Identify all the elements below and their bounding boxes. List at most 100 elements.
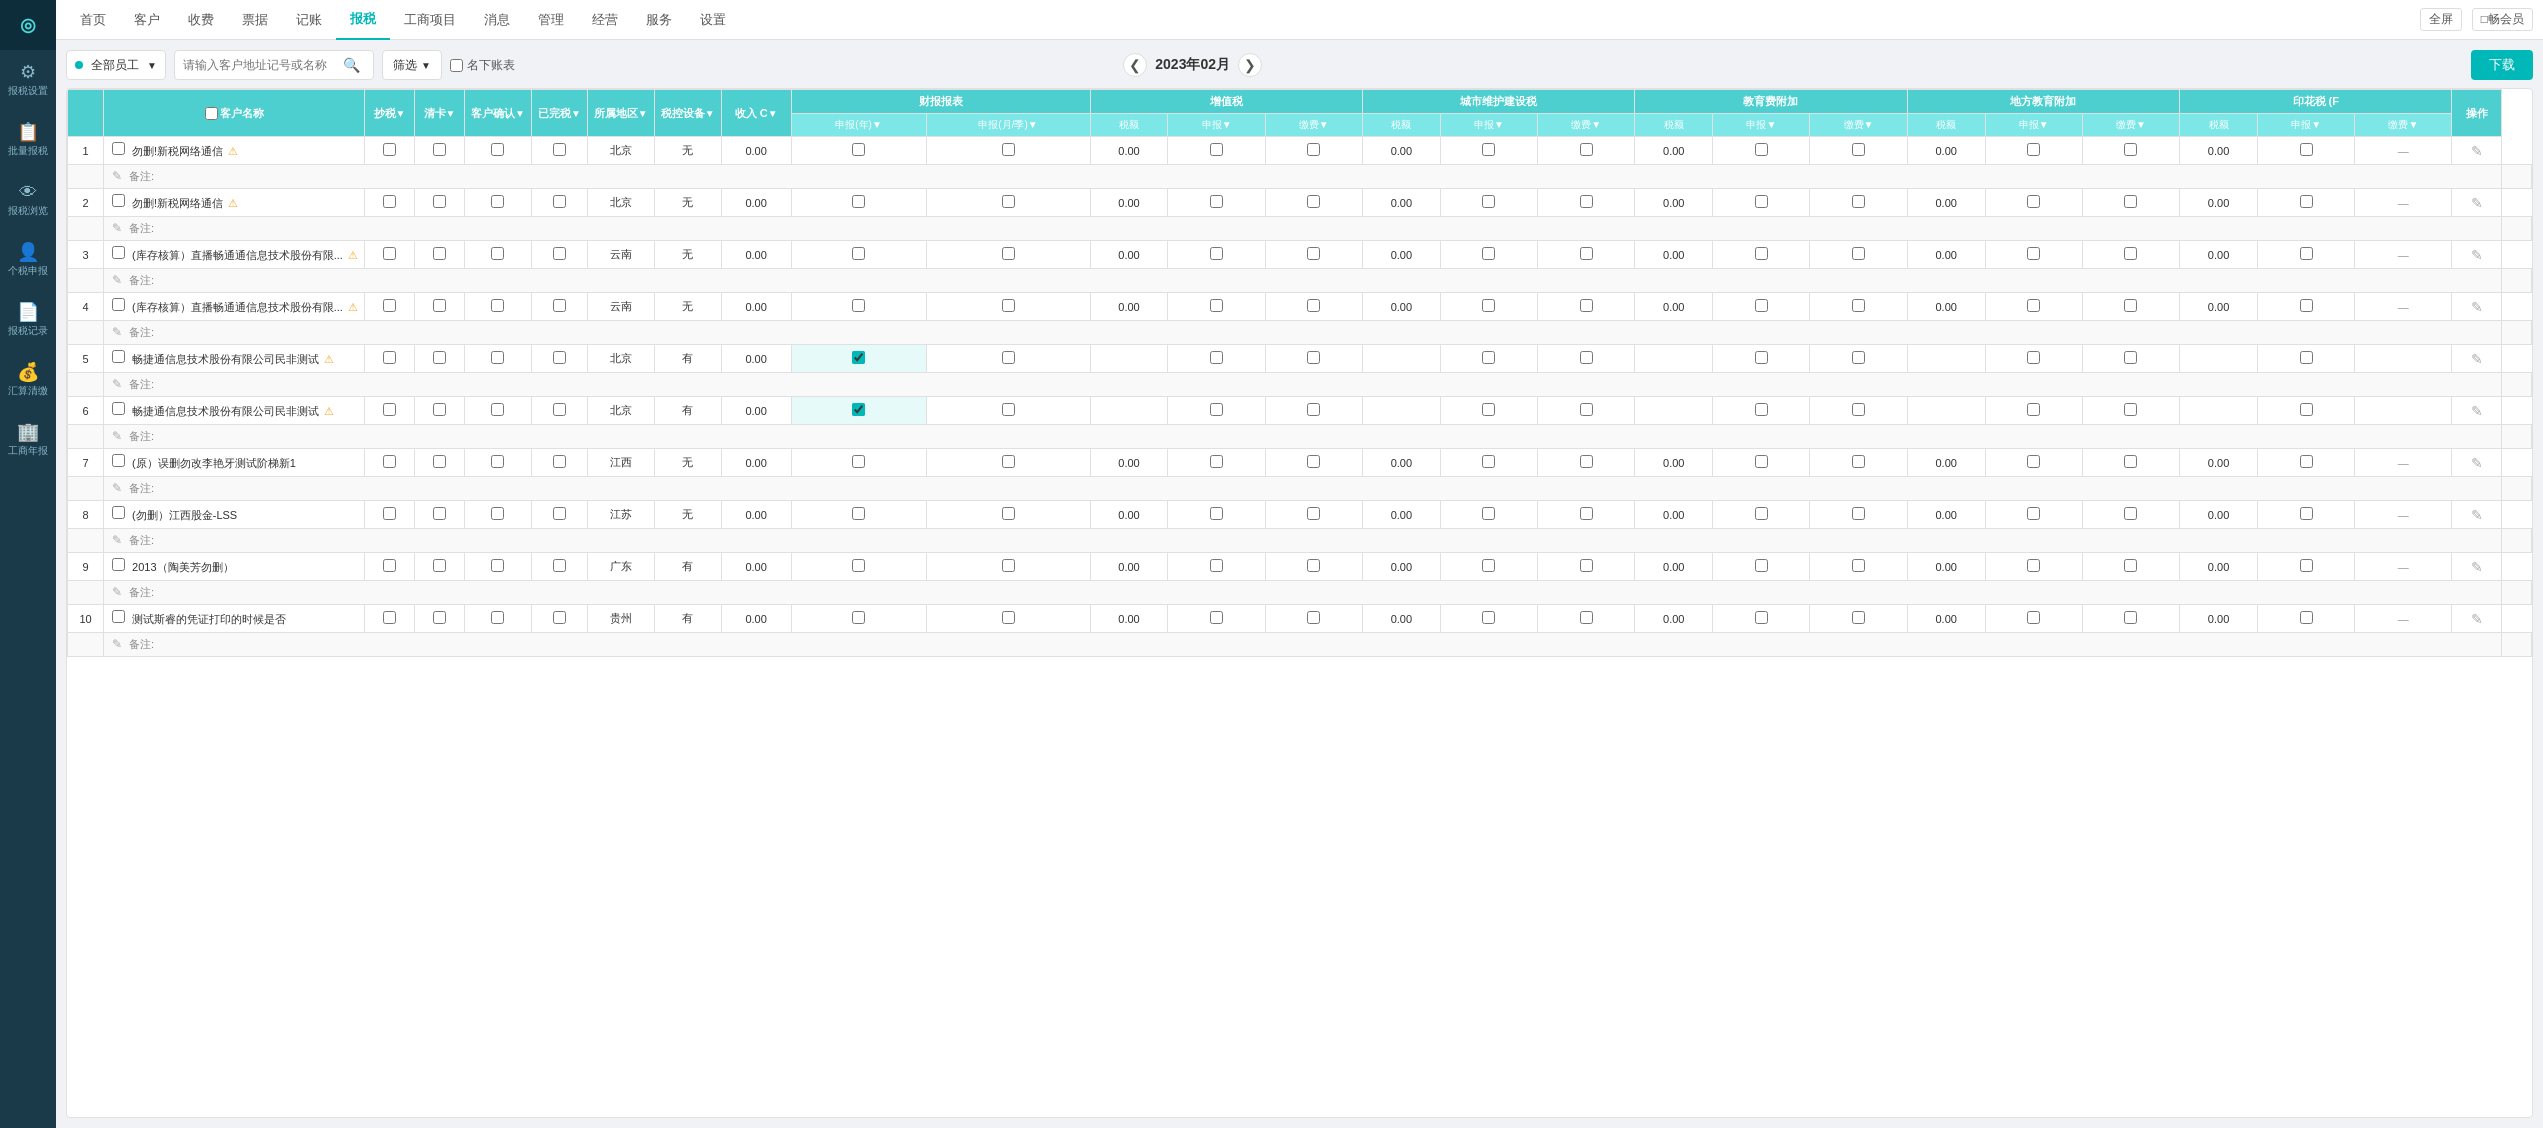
- nav-fee[interactable]: 收费: [174, 0, 228, 40]
- fullscreen-button[interactable]: 全屏: [2420, 8, 2462, 31]
- note-edit-icon[interactable]: ✎: [112, 273, 122, 287]
- note-edit-icon[interactable]: ✎: [112, 637, 122, 651]
- cs-pay-checkbox[interactable]: [1580, 455, 1593, 468]
- sidebar-item-huisuanqingjiao[interactable]: 💰 汇算清缴: [0, 350, 56, 410]
- sidebar-item-baoshuilanlan[interactable]: 👁 报税浏览: [0, 170, 56, 230]
- search-button[interactable]: 🔍: [343, 57, 360, 73]
- cell-zs-pay[interactable]: [1265, 241, 1362, 269]
- df-pay-checkbox[interactable]: [2124, 611, 2137, 624]
- cell-cb-month[interactable]: [926, 293, 1090, 321]
- cell-cb-year[interactable]: [791, 137, 926, 165]
- confirm-checkbox[interactable]: [491, 247, 504, 260]
- df-report-checkbox[interactable]: [2027, 611, 2040, 624]
- cell-zs-report[interactable]: [1168, 137, 1265, 165]
- cell-cs-report[interactable]: [1440, 293, 1537, 321]
- paid-checkbox[interactable]: [553, 351, 566, 364]
- cell-jy-pay[interactable]: [1810, 241, 1907, 269]
- jy-report-checkbox[interactable]: [1755, 611, 1768, 624]
- cs-pay-checkbox[interactable]: [1580, 143, 1593, 156]
- cell-chaoshui[interactable]: [364, 605, 414, 633]
- cell-df-pay[interactable]: [2082, 137, 2179, 165]
- cell-cb-month[interactable]: [926, 137, 1090, 165]
- zs-report-checkbox[interactable]: [1210, 299, 1223, 312]
- paid-checkbox[interactable]: [553, 299, 566, 312]
- cs-report-checkbox[interactable]: [1482, 611, 1495, 624]
- cs-report-checkbox[interactable]: [1482, 507, 1495, 520]
- cell-zs-pay[interactable]: [1265, 345, 1362, 373]
- cs-report-checkbox[interactable]: [1482, 143, 1495, 156]
- jy-pay-checkbox[interactable]: [1852, 247, 1865, 260]
- cell-df-report[interactable]: [1985, 241, 2082, 269]
- cb-year-checkbox[interactable]: [852, 611, 865, 624]
- cell-df-report[interactable]: [1985, 449, 2082, 477]
- cell-jy-report[interactable]: [1713, 189, 1810, 217]
- cell-qingka[interactable]: [414, 241, 464, 269]
- cell-action[interactable]: ✎: [2452, 553, 2502, 581]
- sidebar-item-baoshuishezhi[interactable]: ⚙ 报税设置: [0, 50, 56, 110]
- cell-df-report[interactable]: [1985, 501, 2082, 529]
- cell-yh-report[interactable]: [2258, 345, 2355, 373]
- df-pay-checkbox[interactable]: [2124, 351, 2137, 364]
- row-checkbox[interactable]: [112, 246, 125, 259]
- cs-report-checkbox[interactable]: [1482, 455, 1495, 468]
- paid-checkbox[interactable]: [553, 507, 566, 520]
- cell-confirm[interactable]: [464, 345, 531, 373]
- row-checkbox[interactable]: [112, 194, 125, 207]
- cell-df-report[interactable]: [1985, 345, 2082, 373]
- cell-zs-report[interactable]: [1168, 345, 1265, 373]
- cell-jy-report[interactable]: [1713, 501, 1810, 529]
- cs-report-checkbox[interactable]: [1482, 559, 1495, 572]
- qingka-checkbox[interactable]: [433, 559, 446, 572]
- note-edit-icon[interactable]: ✎: [112, 377, 122, 391]
- cell-confirm[interactable]: [464, 241, 531, 269]
- cell-paid[interactable]: [531, 137, 587, 165]
- zs-report-checkbox[interactable]: [1210, 507, 1223, 520]
- chaoshui-checkbox[interactable]: [383, 351, 396, 364]
- cell-confirm[interactable]: [464, 501, 531, 529]
- jy-report-checkbox[interactable]: [1755, 403, 1768, 416]
- df-report-checkbox[interactable]: [2027, 403, 2040, 416]
- cell-action[interactable]: ✎: [2452, 397, 2502, 425]
- edit-row-button[interactable]: ✎: [2471, 559, 2483, 575]
- cell-qingka[interactable]: [414, 501, 464, 529]
- edit-row-button[interactable]: ✎: [2471, 247, 2483, 263]
- cell-cb-month[interactable]: [926, 345, 1090, 373]
- qingka-checkbox[interactable]: [433, 195, 446, 208]
- cell-action[interactable]: ✎: [2452, 605, 2502, 633]
- cell-chaoshui[interactable]: [364, 241, 414, 269]
- cell-jy-report[interactable]: [1713, 241, 1810, 269]
- cb-month-checkbox[interactable]: [1002, 143, 1015, 156]
- chaoshui-checkbox[interactable]: [383, 507, 396, 520]
- cell-paid[interactable]: [531, 397, 587, 425]
- cell-df-report[interactable]: [1985, 189, 2082, 217]
- cell-yh-report[interactable]: [2258, 553, 2355, 581]
- cs-pay-checkbox[interactable]: [1580, 611, 1593, 624]
- cell-cs-report[interactable]: [1440, 501, 1537, 529]
- cell-paid[interactable]: [531, 501, 587, 529]
- sidebar-item-geshuishenbao[interactable]: 👤 个税申报: [0, 230, 56, 290]
- select-all-checkbox[interactable]: [205, 107, 218, 120]
- edit-row-button[interactable]: ✎: [2471, 195, 2483, 211]
- df-report-checkbox[interactable]: [2027, 351, 2040, 364]
- paid-checkbox[interactable]: [553, 403, 566, 416]
- name-list-checkbox-label[interactable]: 名下账表: [450, 57, 515, 74]
- cell-cs-report[interactable]: [1440, 189, 1537, 217]
- confirm-checkbox[interactable]: [491, 611, 504, 624]
- df-pay-checkbox[interactable]: [2124, 247, 2137, 260]
- cell-zs-pay[interactable]: [1265, 449, 1362, 477]
- chaoshui-checkbox[interactable]: [383, 143, 396, 156]
- cell-jy-report[interactable]: [1713, 605, 1810, 633]
- cs-report-checkbox[interactable]: [1482, 195, 1495, 208]
- zs-report-checkbox[interactable]: [1210, 455, 1223, 468]
- jy-report-checkbox[interactable]: [1755, 299, 1768, 312]
- cell-cb-year[interactable]: [791, 553, 926, 581]
- yh-report-checkbox[interactable]: [2300, 507, 2313, 520]
- nav-customer[interactable]: 客户: [120, 0, 174, 40]
- yh-report-checkbox[interactable]: [2300, 247, 2313, 260]
- nav-settings[interactable]: 设置: [686, 0, 740, 40]
- row-checkbox[interactable]: [112, 298, 125, 311]
- paid-checkbox[interactable]: [553, 455, 566, 468]
- cell-confirm[interactable]: [464, 605, 531, 633]
- df-pay-checkbox[interactable]: [2124, 559, 2137, 572]
- cs-report-checkbox[interactable]: [1482, 247, 1495, 260]
